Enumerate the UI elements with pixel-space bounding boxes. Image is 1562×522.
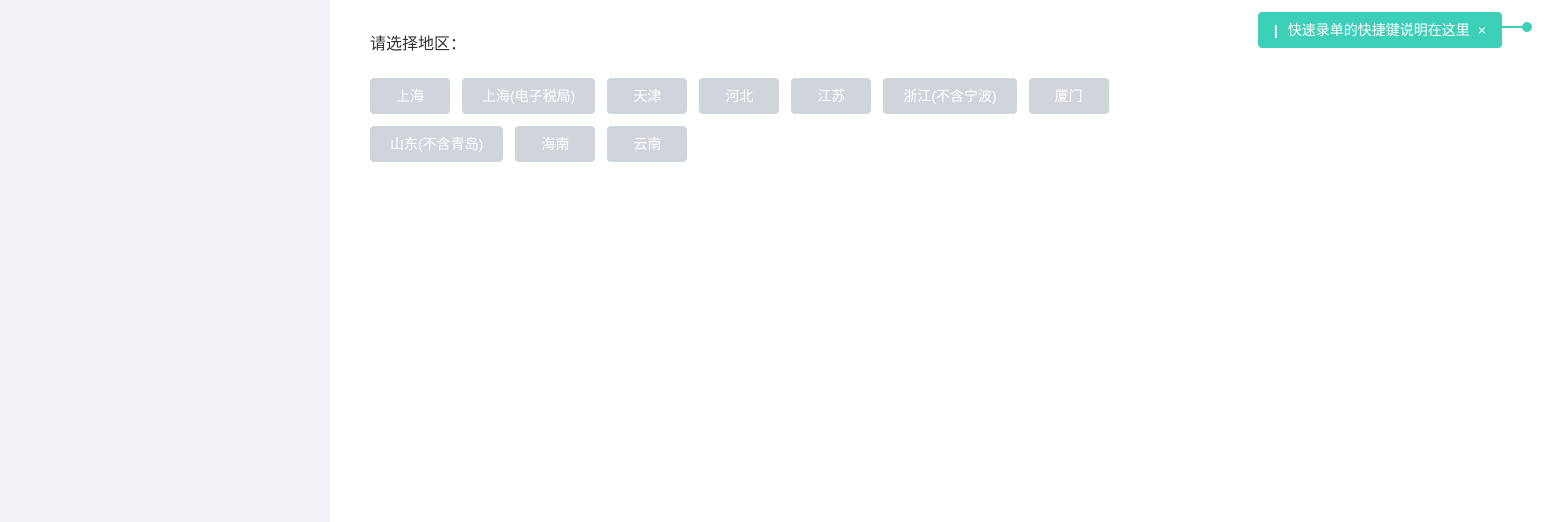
region-btn-row1-1[interactable]: 上海(电子税局) — [462, 78, 595, 114]
main-content: 请选择地区： 上海上海(电子税局)天津河北江苏浙江(不含宁波)厦门 山东(不含青… — [330, 0, 1562, 522]
tooltip-connector-dot — [1522, 22, 1532, 32]
tooltip-text: 快速录单的快捷键说明在这里 — [1288, 20, 1470, 40]
region-row-1: 上海上海(电子税局) 天津河北江苏浙江(不含宁波) 厦门 — [370, 78, 1522, 114]
tooltip-close-button[interactable]: × — [1478, 23, 1486, 37]
region-row-2: 山东(不含青岛) 海南云南 — [370, 126, 1522, 162]
region-btn-row1-6[interactable]: 厦门 — [1029, 78, 1109, 114]
tooltip-banner: 快速录单的快捷键说明在这里 × — [1258, 12, 1502, 48]
region-btn-row2-2[interactable]: 云南 — [607, 126, 687, 162]
region-btn-row1-2[interactable]: 天津 — [607, 78, 687, 114]
tooltip-connector-line — [1502, 26, 1522, 28]
region-btn-row2-1[interactable]: 海南 — [515, 126, 595, 162]
region-btn-row1-3[interactable]: 河北 — [699, 78, 779, 114]
region-btn-row2-0[interactable]: 山东(不含青岛) — [370, 126, 503, 162]
sidebar — [0, 0, 330, 522]
region-btn-row1-5[interactable]: 浙江(不含宁波) — [883, 78, 1016, 114]
region-btn-row1-4[interactable]: 江苏 — [791, 78, 871, 114]
region-btn-row1-0[interactable]: 上海 — [370, 78, 450, 114]
